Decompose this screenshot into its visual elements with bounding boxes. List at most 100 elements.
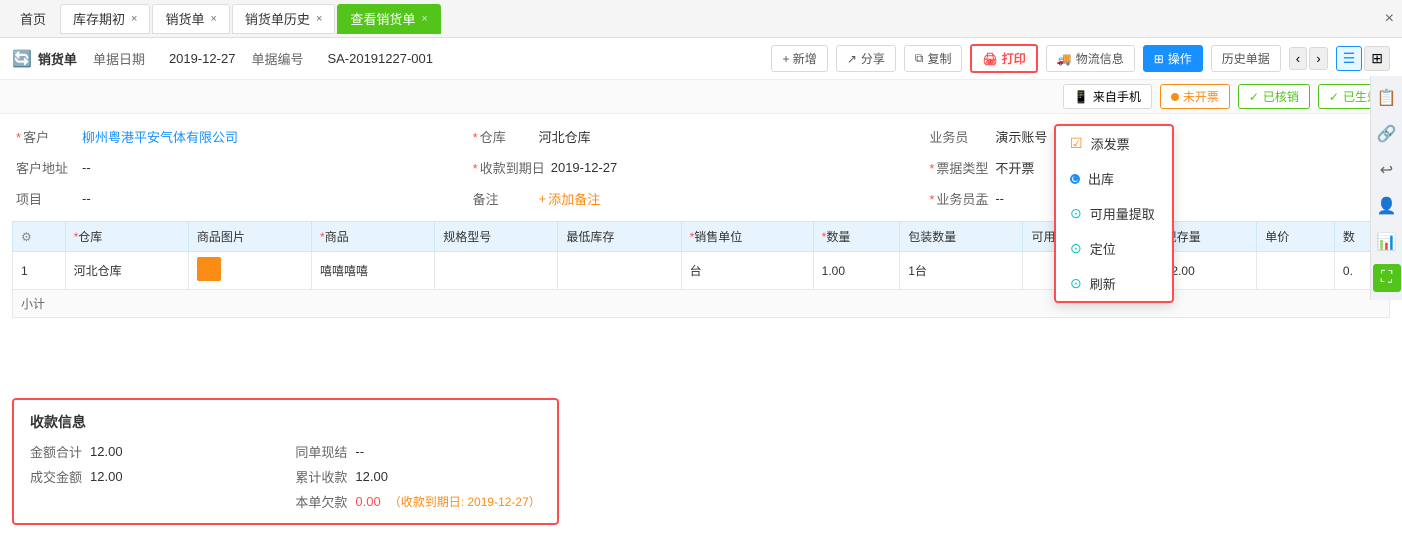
checked-button[interactable]: ✓ 已核销 [1238, 84, 1310, 109]
row-num: 1 [13, 252, 66, 290]
row-min-stock [558, 252, 681, 290]
sidebar-icon-3[interactable]: ↩ [1373, 156, 1401, 184]
not-open-button[interactable]: 未开票 [1160, 84, 1230, 109]
transaction-label: 成交金额 [30, 467, 82, 486]
phone-icon: 📱 [1074, 90, 1089, 104]
salesperson-label: 业务员盂 [929, 189, 989, 208]
warehouse-row: 仓库 河北仓库 [473, 124, 930, 149]
new-button[interactable]: + 新增 [771, 45, 827, 72]
settlement-value: -- [355, 444, 364, 459]
settlement-label: 同单现结 [295, 442, 347, 461]
add-note-button[interactable]: + 添加备注 [539, 189, 601, 208]
operate-button[interactable]: ⊞ 操作 [1143, 45, 1203, 72]
locate-label: 定位 [1090, 239, 1116, 258]
customer-value[interactable]: 柳州粤港平安气体有限公司 [82, 127, 238, 146]
due-date-label: 收款到期日 [473, 158, 545, 177]
nav-arrows: ‹ › [1289, 47, 1328, 70]
total-row: 金额合计 12.00 [30, 442, 275, 461]
locate-item[interactable]: ⊙ 定位 [1056, 231, 1172, 266]
refresh-icon: ⊙ [1070, 275, 1082, 292]
next-button[interactable]: › [1309, 47, 1327, 70]
number-value: SA-20191227-001 [327, 51, 433, 66]
not-open-dot [1171, 93, 1179, 101]
operate-dropdown: ☑ 添发票 出库 ⊙ 可用量提取 ⊙ 定位 ⊙ 刷新 [1054, 124, 1174, 303]
col-settings[interactable]: ⚙ [13, 222, 66, 252]
operate-label: 操作 [1168, 50, 1192, 67]
table-row: 1 河北仓库 嘻嘻嘻嘻 台 1.00 1台 12.00 [13, 252, 1390, 290]
from-phone-label: 来自手机 [1093, 88, 1141, 105]
col-price: 单价 [1257, 222, 1335, 252]
tab-bar: 首页 库存期初 × 销货单 × 销货单历史 × 查看销货单 × × [0, 0, 1402, 38]
prev-button[interactable]: ‹ [1289, 47, 1307, 70]
window-close-button[interactable]: × [1385, 10, 1394, 28]
invoice-label: 票据类型 [929, 158, 989, 177]
sidebar-icon-1[interactable]: 📋 [1373, 84, 1401, 112]
payment-grid: 金额合计 12.00 同单现结 -- 成交金额 12.00 累计收款 12.00 [30, 442, 541, 511]
address-label: 客户地址 [16, 158, 76, 177]
address-value: -- [82, 160, 91, 175]
grid-view-button[interactable]: ⊞ [1364, 46, 1390, 71]
print-button[interactable]: 🖨 打印 [970, 44, 1037, 73]
date-label: 单据日期 [93, 49, 153, 68]
close-view-tab[interactable]: × [421, 13, 427, 25]
history-label: 历史单据 [1222, 50, 1270, 67]
tab-sales-history[interactable]: 销货单历史 × [232, 4, 335, 34]
tab-history-label: 销货单历史 [245, 9, 310, 28]
tab-inventory-init[interactable]: 库存期初 × [60, 4, 150, 34]
outstanding-value: 0.00 [355, 494, 380, 509]
out-warehouse-item[interactable]: 出库 [1056, 161, 1172, 196]
row-product: 嘻嘻嘻嘻 [312, 252, 435, 290]
warehouse-value: 河北仓库 [539, 127, 591, 146]
staff-label: 业务员 [929, 127, 989, 146]
operate-icon: ⊞ [1154, 52, 1164, 66]
print-label: 打印 [1002, 50, 1026, 67]
share-icon: ↗ [847, 52, 857, 66]
customer-row: 客户 柳州粤港平安气体有限公司 [16, 124, 473, 149]
checked-label: 已核销 [1263, 88, 1299, 105]
sidebar-expand-icon[interactable]: ⛶ [1373, 264, 1401, 292]
add-invoice-item[interactable]: ☑ 添发票 [1056, 126, 1172, 161]
row-spec [435, 252, 558, 290]
tab-home[interactable]: 首页 [8, 4, 58, 34]
close-history-tab[interactable]: × [316, 13, 322, 25]
table-header-row: ⚙ 仓库 商品图片 商品 规格型号 最低库存 销售单位 数量 包装数量 可用量 … [13, 222, 1390, 252]
not-open-label: 未开票 [1183, 88, 1219, 105]
outstanding-label: 本单欠款 [295, 492, 347, 511]
radio-icon [1070, 174, 1080, 184]
out-warehouse-label: 出库 [1088, 169, 1114, 188]
logistics-button[interactable]: 🚚 物流信息 [1046, 45, 1135, 72]
add-invoice-label: 添发票 [1091, 134, 1130, 153]
outstanding-row: 本单欠款 0.00 （收款到期日: 2019-12-27） [295, 492, 540, 511]
sidebar-icon-2[interactable]: 🔗 [1373, 120, 1401, 148]
tab-home-label: 首页 [20, 9, 46, 28]
sidebar-icon-5[interactable]: 📊 [1373, 228, 1401, 256]
col-spec: 规格型号 [435, 222, 558, 252]
refresh-label: 刷新 [1090, 274, 1116, 293]
sidebar-icon-4[interactable]: 👤 [1373, 192, 1401, 220]
share-button[interactable]: ↗ 分享 [836, 45, 896, 72]
history-button[interactable]: 历史单据 [1211, 45, 1281, 72]
locate-icon: ⊙ [1070, 240, 1082, 257]
from-phone-button[interactable]: 📱 来自手机 [1063, 84, 1152, 109]
available-qty-label: 可用量提取 [1090, 204, 1155, 223]
cumulative-row: 累计收款 12.00 [295, 467, 540, 486]
project-value: -- [82, 191, 91, 206]
available-qty-item[interactable]: ⊙ 可用量提取 [1056, 196, 1172, 231]
note-label: 备注 [473, 189, 533, 208]
effect-icon: ✓ [1329, 90, 1339, 104]
payment-info-box: 收款信息 金额合计 12.00 同单现结 -- 成交金额 12.00 [12, 398, 559, 525]
header-bar: 🔄 销货单 单据日期 2019-12-27 单据编号 SA-20191227-0… [0, 38, 1402, 80]
cumulative-value: 12.00 [355, 469, 388, 484]
close-sales-tab[interactable]: × [210, 13, 216, 25]
close-inventory-tab[interactable]: × [131, 13, 137, 25]
document-info: 单据日期 2019-12-27 单据编号 SA-20191227-001 [93, 49, 433, 68]
copy-button[interactable]: ⧉ 复制 [904, 45, 963, 72]
row-img [188, 252, 311, 290]
salesperson-value: -- [995, 191, 1004, 206]
list-view-button[interactable]: ☰ [1336, 46, 1363, 71]
doc-icon: 🔄 [12, 49, 32, 69]
tab-view-sales[interactable]: 查看销货单 × [337, 4, 440, 34]
tab-sales-order[interactable]: 销货单 × [152, 4, 229, 34]
date-value: 2019-12-27 [169, 51, 236, 66]
refresh-item[interactable]: ⊙ 刷新 [1056, 266, 1172, 301]
